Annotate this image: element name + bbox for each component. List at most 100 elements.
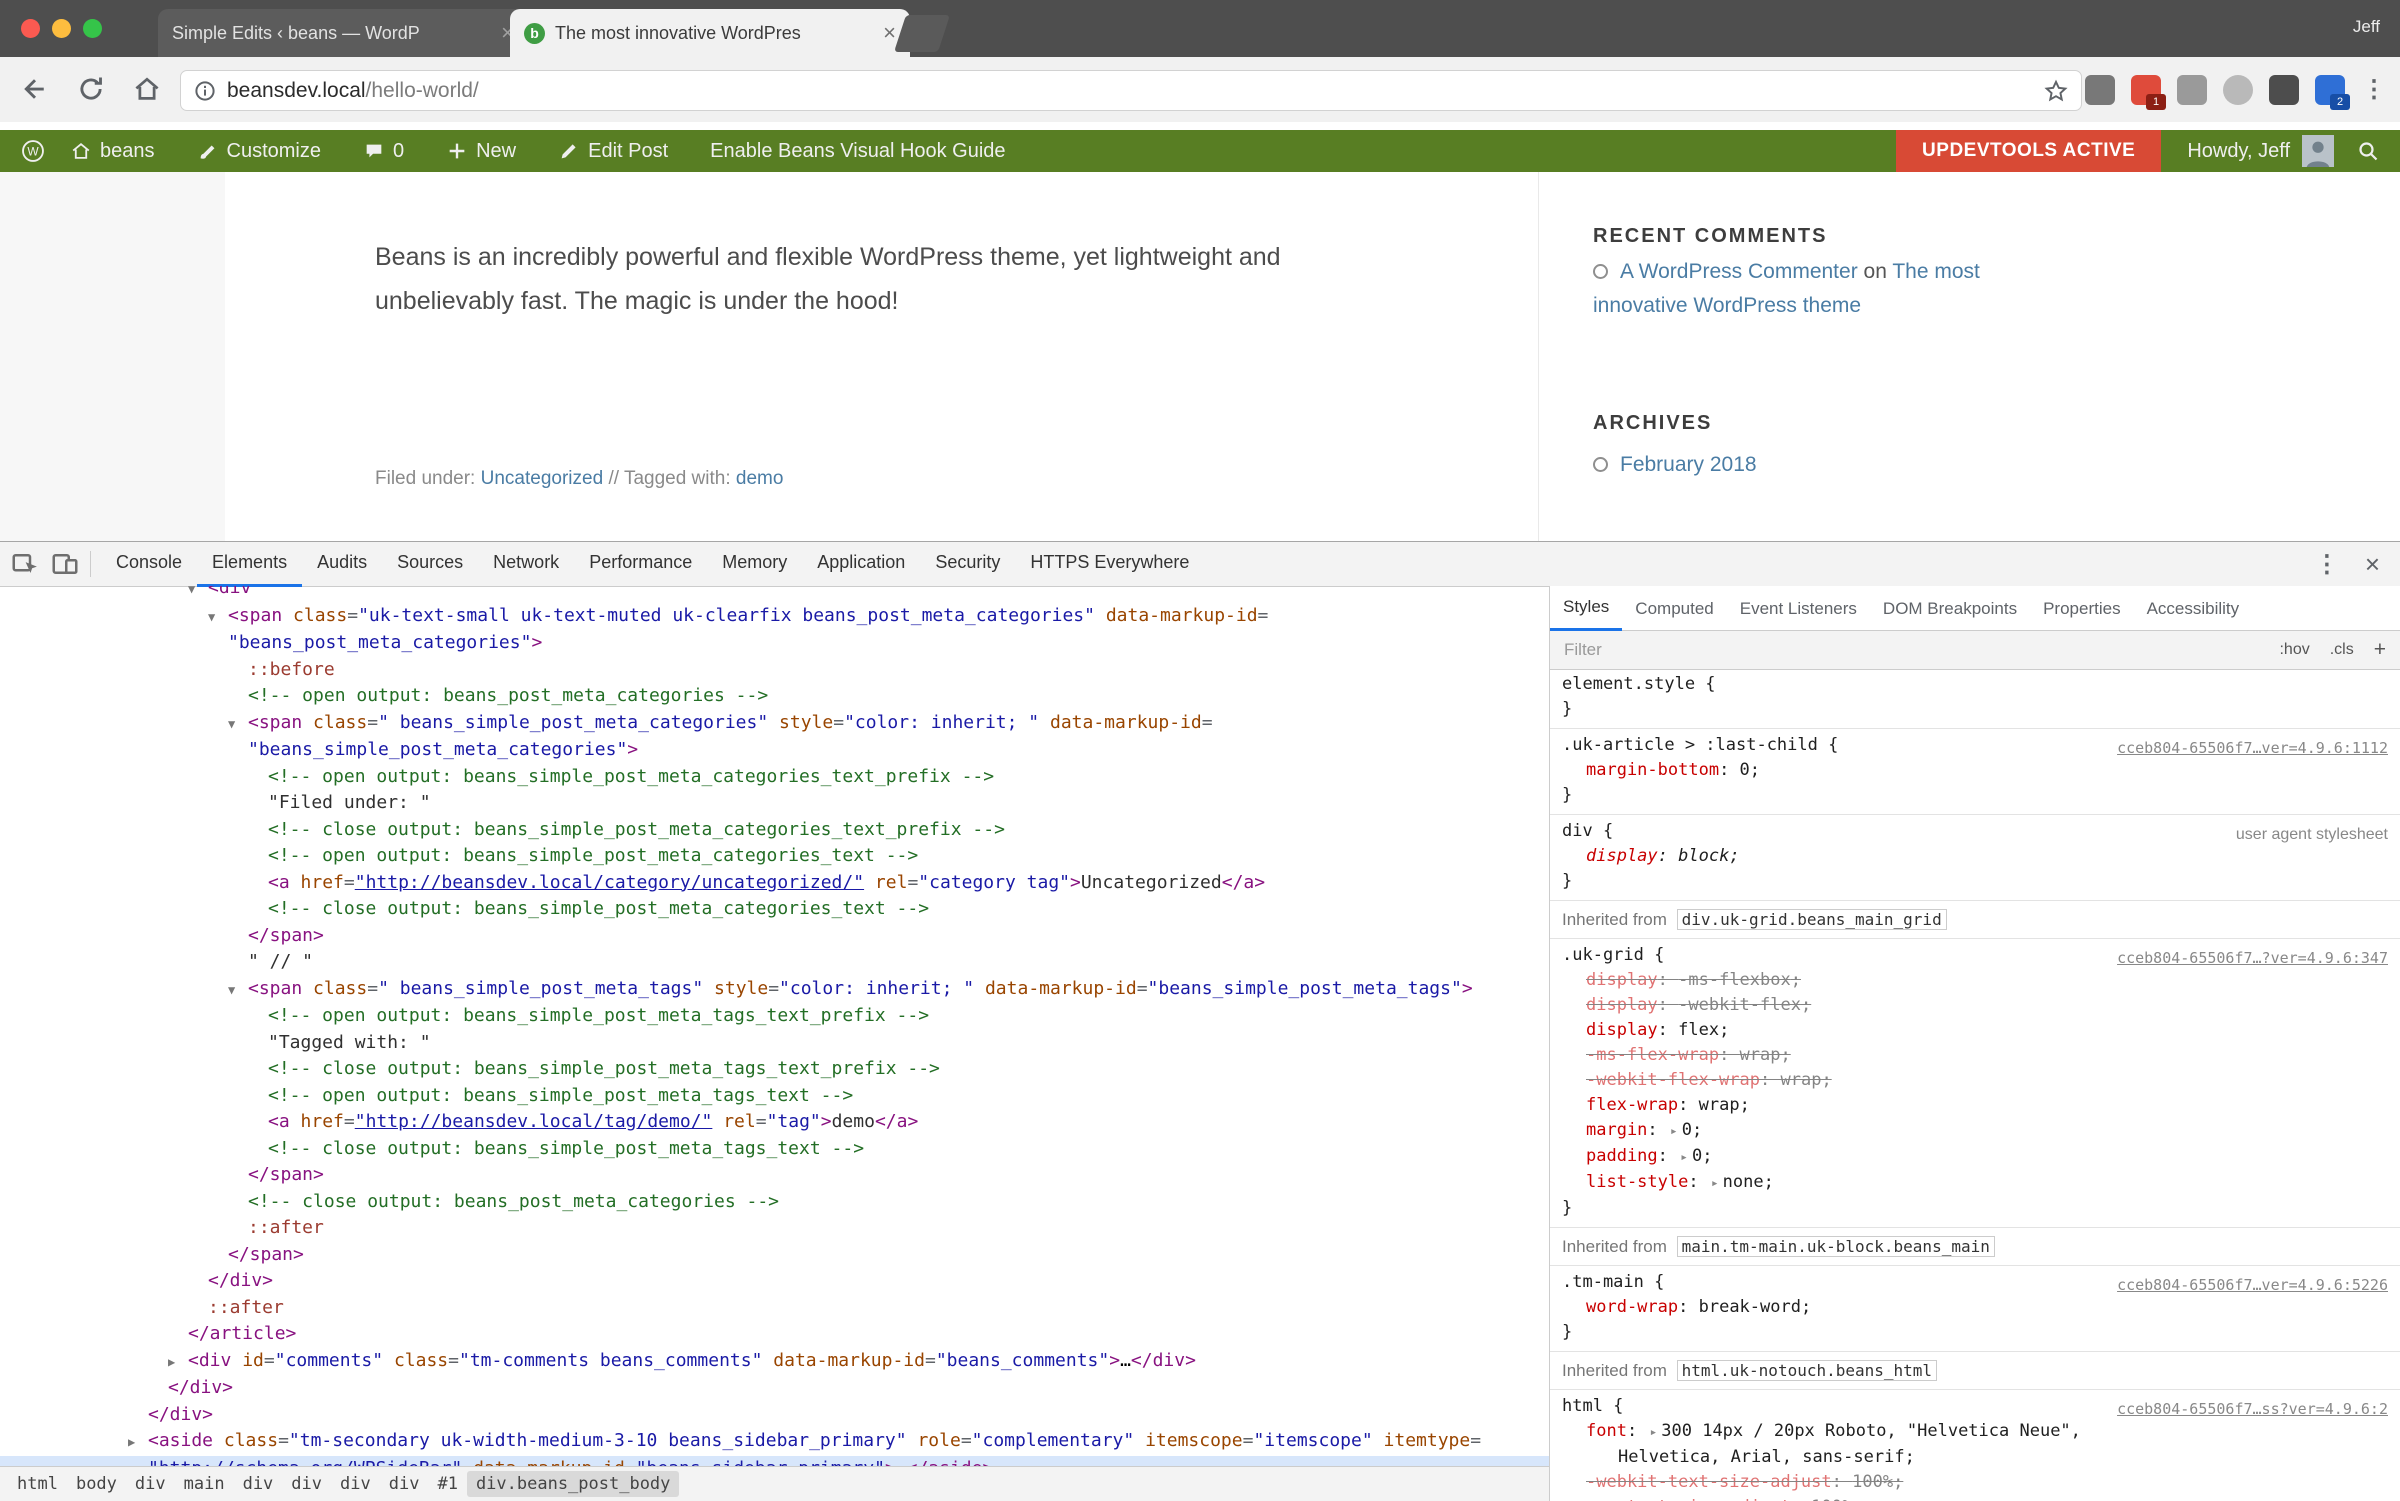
expand-arrow-icon[interactable]: ▼ bbox=[208, 604, 228, 631]
devtools-tab-console[interactable]: Console bbox=[101, 541, 197, 584]
dom-tree-line[interactable]: ▼ <span class="uk-text-small uk-text-mute… bbox=[0, 603, 1549, 631]
window-minimize-button[interactable] bbox=[52, 19, 71, 38]
collapse-arrow-icon[interactable]: ▶ bbox=[168, 1349, 188, 1376]
css-property[interactable]: display: -webkit-flex; bbox=[1562, 993, 2388, 1018]
breadcrumb-item[interactable]: body bbox=[67, 1471, 126, 1497]
extension-icon-5[interactable] bbox=[2269, 75, 2299, 105]
chrome-profile-name[interactable]: Jeff bbox=[2353, 17, 2380, 37]
dom-tree-line[interactable]: ::after bbox=[0, 1295, 1549, 1322]
admin-bar-howdy[interactable]: Howdy, Jeff bbox=[2187, 140, 2290, 163]
extension-icon-3[interactable] bbox=[2177, 75, 2207, 105]
toggle-class-button[interactable]: .cls bbox=[2330, 641, 2354, 659]
css-property[interactable]: margin-bottom: 0; bbox=[1562, 758, 2388, 783]
dom-tree-line[interactable]: <!-- close output: beans_simple_post_met… bbox=[0, 1056, 1549, 1083]
reload-icon[interactable] bbox=[76, 74, 106, 104]
css-selector[interactable]: div { bbox=[1562, 821, 1613, 841]
dom-tree-line[interactable]: <a href="http://beansdev.local/category/… bbox=[0, 870, 1549, 897]
stylesheet-source-link[interactable]: cceb804-65506f7…ver=4.9.6:5226 bbox=[2117, 1273, 2388, 1298]
styles-sidebar-tab-styles[interactable]: Styles bbox=[1550, 585, 1623, 631]
breadcrumb-item[interactable]: div.beans_post_body bbox=[466, 1471, 680, 1497]
css-property[interactable]: display: block; bbox=[1562, 844, 2388, 869]
dom-tree-line[interactable]: <!-- close output: beans_simple_post_met… bbox=[0, 817, 1549, 844]
css-property[interactable]: margin: ▸ 0; bbox=[1562, 1118, 2388, 1144]
dom-tree-line[interactable]: "beans_post_meta_categories"> bbox=[0, 630, 1549, 657]
dom-tree-line[interactable]: "Filed under: " bbox=[0, 790, 1549, 817]
css-selector[interactable]: .tm-main { bbox=[1562, 1272, 1664, 1292]
devtools-tab-memory[interactable]: Memory bbox=[707, 541, 802, 584]
archive-link[interactable]: February 2018 bbox=[1620, 453, 1757, 476]
breadcrumb-item[interactable]: main bbox=[175, 1471, 234, 1497]
css-property[interactable]: -webkit-text-size-adjust: 100%; bbox=[1562, 1470, 2388, 1495]
expand-triangle-icon[interactable]: ▸ bbox=[1670, 1124, 1678, 1139]
tag-link[interactable]: demo bbox=[736, 468, 784, 489]
dom-tree-line[interactable]: ::after bbox=[0, 1215, 1549, 1242]
dom-tree-line[interactable]: <!-- open output: beans_simple_post_meta… bbox=[0, 843, 1549, 870]
devtools-menu-kebab-icon[interactable]: ⋮ bbox=[2315, 550, 2339, 579]
inherited-node-link[interactable]: html.uk-notouch.beans_html bbox=[1676, 1360, 1938, 1381]
styles-sidebar-tab-accessibility[interactable]: Accessibility bbox=[2134, 587, 2253, 630]
stylesheet-source-link[interactable]: cceb804-65506f7…ss?ver=4.9.6:2 bbox=[2117, 1397, 2388, 1422]
styles-filter-input[interactable]: Filter bbox=[1564, 640, 2259, 660]
bookmark-star-icon[interactable] bbox=[2043, 78, 2069, 104]
breadcrumb-item[interactable]: div bbox=[282, 1471, 331, 1497]
dom-tree-line[interactable]: <!-- open output: beans_simple_post_meta… bbox=[0, 764, 1549, 791]
admin-bar-new[interactable]: New bbox=[446, 140, 516, 163]
expand-arrow-icon[interactable]: ▼ bbox=[228, 977, 248, 1004]
wordpress-logo-icon[interactable]: W bbox=[20, 138, 46, 164]
dom-tree-line[interactable]: <!-- close output: beans_post_meta_categ… bbox=[0, 1189, 1549, 1216]
expand-arrow-icon[interactable]: ▼ bbox=[228, 711, 248, 738]
dom-tree-line[interactable]: </span> bbox=[0, 1242, 1549, 1269]
inherited-node-link[interactable]: main.tm-main.uk-block.beans_main bbox=[1676, 1236, 1995, 1257]
admin-bar-edit-post[interactable]: Edit Post bbox=[558, 140, 668, 163]
browser-tab-inactive[interactable]: Simple Edits ‹ beans — WordP × bbox=[158, 9, 528, 57]
styles-sidebar-tab-dom-breakpoints[interactable]: DOM Breakpoints bbox=[1870, 587, 2030, 630]
devtools-tab-performance[interactable]: Performance bbox=[574, 541, 707, 584]
stylesheet-source-link[interactable]: cceb804-65506f7…ver=4.9.6:1112 bbox=[2117, 736, 2388, 761]
breadcrumb-item[interactable]: #1 bbox=[428, 1471, 466, 1497]
dom-tree-line[interactable]: ▶ <aside class="tm-secondary uk-width-med… bbox=[0, 1428, 1549, 1456]
tab-close-icon[interactable]: × bbox=[883, 22, 896, 44]
extension-icon-2[interactable]: 1 bbox=[2131, 75, 2166, 110]
admin-bar-site-name[interactable]: beans bbox=[70, 140, 155, 163]
devtools-tab-audits[interactable]: Audits bbox=[302, 541, 382, 584]
styles-sidebar-tab-properties[interactable]: Properties bbox=[2030, 587, 2133, 630]
breadcrumb-item[interactable]: div bbox=[234, 1471, 283, 1497]
updevtools-badge[interactable]: UPDEVTOOLS ACTIVE bbox=[1896, 130, 2162, 172]
css-property[interactable]: list-style: ▸ none; bbox=[1562, 1170, 2388, 1196]
css-selector[interactable]: element.style { bbox=[1562, 674, 1716, 694]
css-property[interactable]: -ms-flex-wrap: wrap; bbox=[1562, 1043, 2388, 1068]
url-text[interactable]: beansdev.local/hello-world/ bbox=[227, 79, 2043, 103]
window-close-button[interactable] bbox=[21, 19, 40, 38]
window-zoom-button[interactable] bbox=[83, 19, 102, 38]
dom-tree-line[interactable]: <!-- open output: beans_simple_post_meta… bbox=[0, 1083, 1549, 1110]
extension-icon-4[interactable] bbox=[2223, 75, 2253, 105]
dom-tree-line[interactable]: </div> bbox=[0, 1402, 1549, 1429]
extension-icon-1[interactable] bbox=[2085, 75, 2115, 105]
css-property[interactable]: -ms-text-size-adjust: 100%; bbox=[1562, 1495, 2388, 1501]
devtools-tab-sources[interactable]: Sources bbox=[382, 541, 478, 584]
dom-tree-line[interactable]: <!-- close output: beans_simple_post_met… bbox=[0, 1136, 1549, 1163]
admin-bar-comments[interactable]: 0 bbox=[363, 140, 404, 163]
expand-triangle-icon[interactable]: ▸ bbox=[1711, 1176, 1719, 1191]
dom-tree-line[interactable]: " // " bbox=[0, 949, 1549, 976]
devtools-tab-security[interactable]: Security bbox=[920, 541, 1015, 584]
dom-tree-line[interactable]: "beans_simple_post_meta_categories"> bbox=[0, 737, 1549, 764]
dom-tree-line[interactable]: ▼ <span class=" beans_simple_post_meta_ca… bbox=[0, 710, 1549, 738]
dom-tree-line[interactable]: </article> bbox=[0, 1321, 1549, 1348]
home-icon[interactable] bbox=[132, 74, 162, 104]
dom-tree-line[interactable]: ▼ <span class=" beans_simple_post_meta_ta… bbox=[0, 976, 1549, 1004]
collapse-arrow-icon[interactable]: ▶ bbox=[128, 1429, 148, 1456]
dom-tree-line[interactable]: </div> bbox=[0, 1375, 1549, 1402]
expand-arrow-icon[interactable]: ▼ bbox=[188, 586, 208, 603]
css-property[interactable]: display: -ms-flexbox; bbox=[1562, 968, 2388, 993]
dom-tree-line[interactable]: ::before bbox=[0, 657, 1549, 684]
devtools-tab-network[interactable]: Network bbox=[478, 541, 574, 584]
back-icon[interactable] bbox=[20, 74, 50, 104]
dom-tree-line[interactable]: </span> bbox=[0, 1162, 1549, 1189]
breadcrumb-item[interactable]: html bbox=[8, 1471, 67, 1497]
browser-tab-active[interactable]: b The most innovative WordPres × bbox=[510, 9, 910, 57]
device-toolbar-icon[interactable] bbox=[50, 549, 80, 579]
dom-tree-line[interactable]: <!-- open output: beans_simple_post_meta… bbox=[0, 1003, 1549, 1030]
search-icon[interactable] bbox=[2356, 139, 2380, 163]
inherited-node-link[interactable]: div.uk-grid.beans_main_grid bbox=[1676, 909, 1947, 930]
